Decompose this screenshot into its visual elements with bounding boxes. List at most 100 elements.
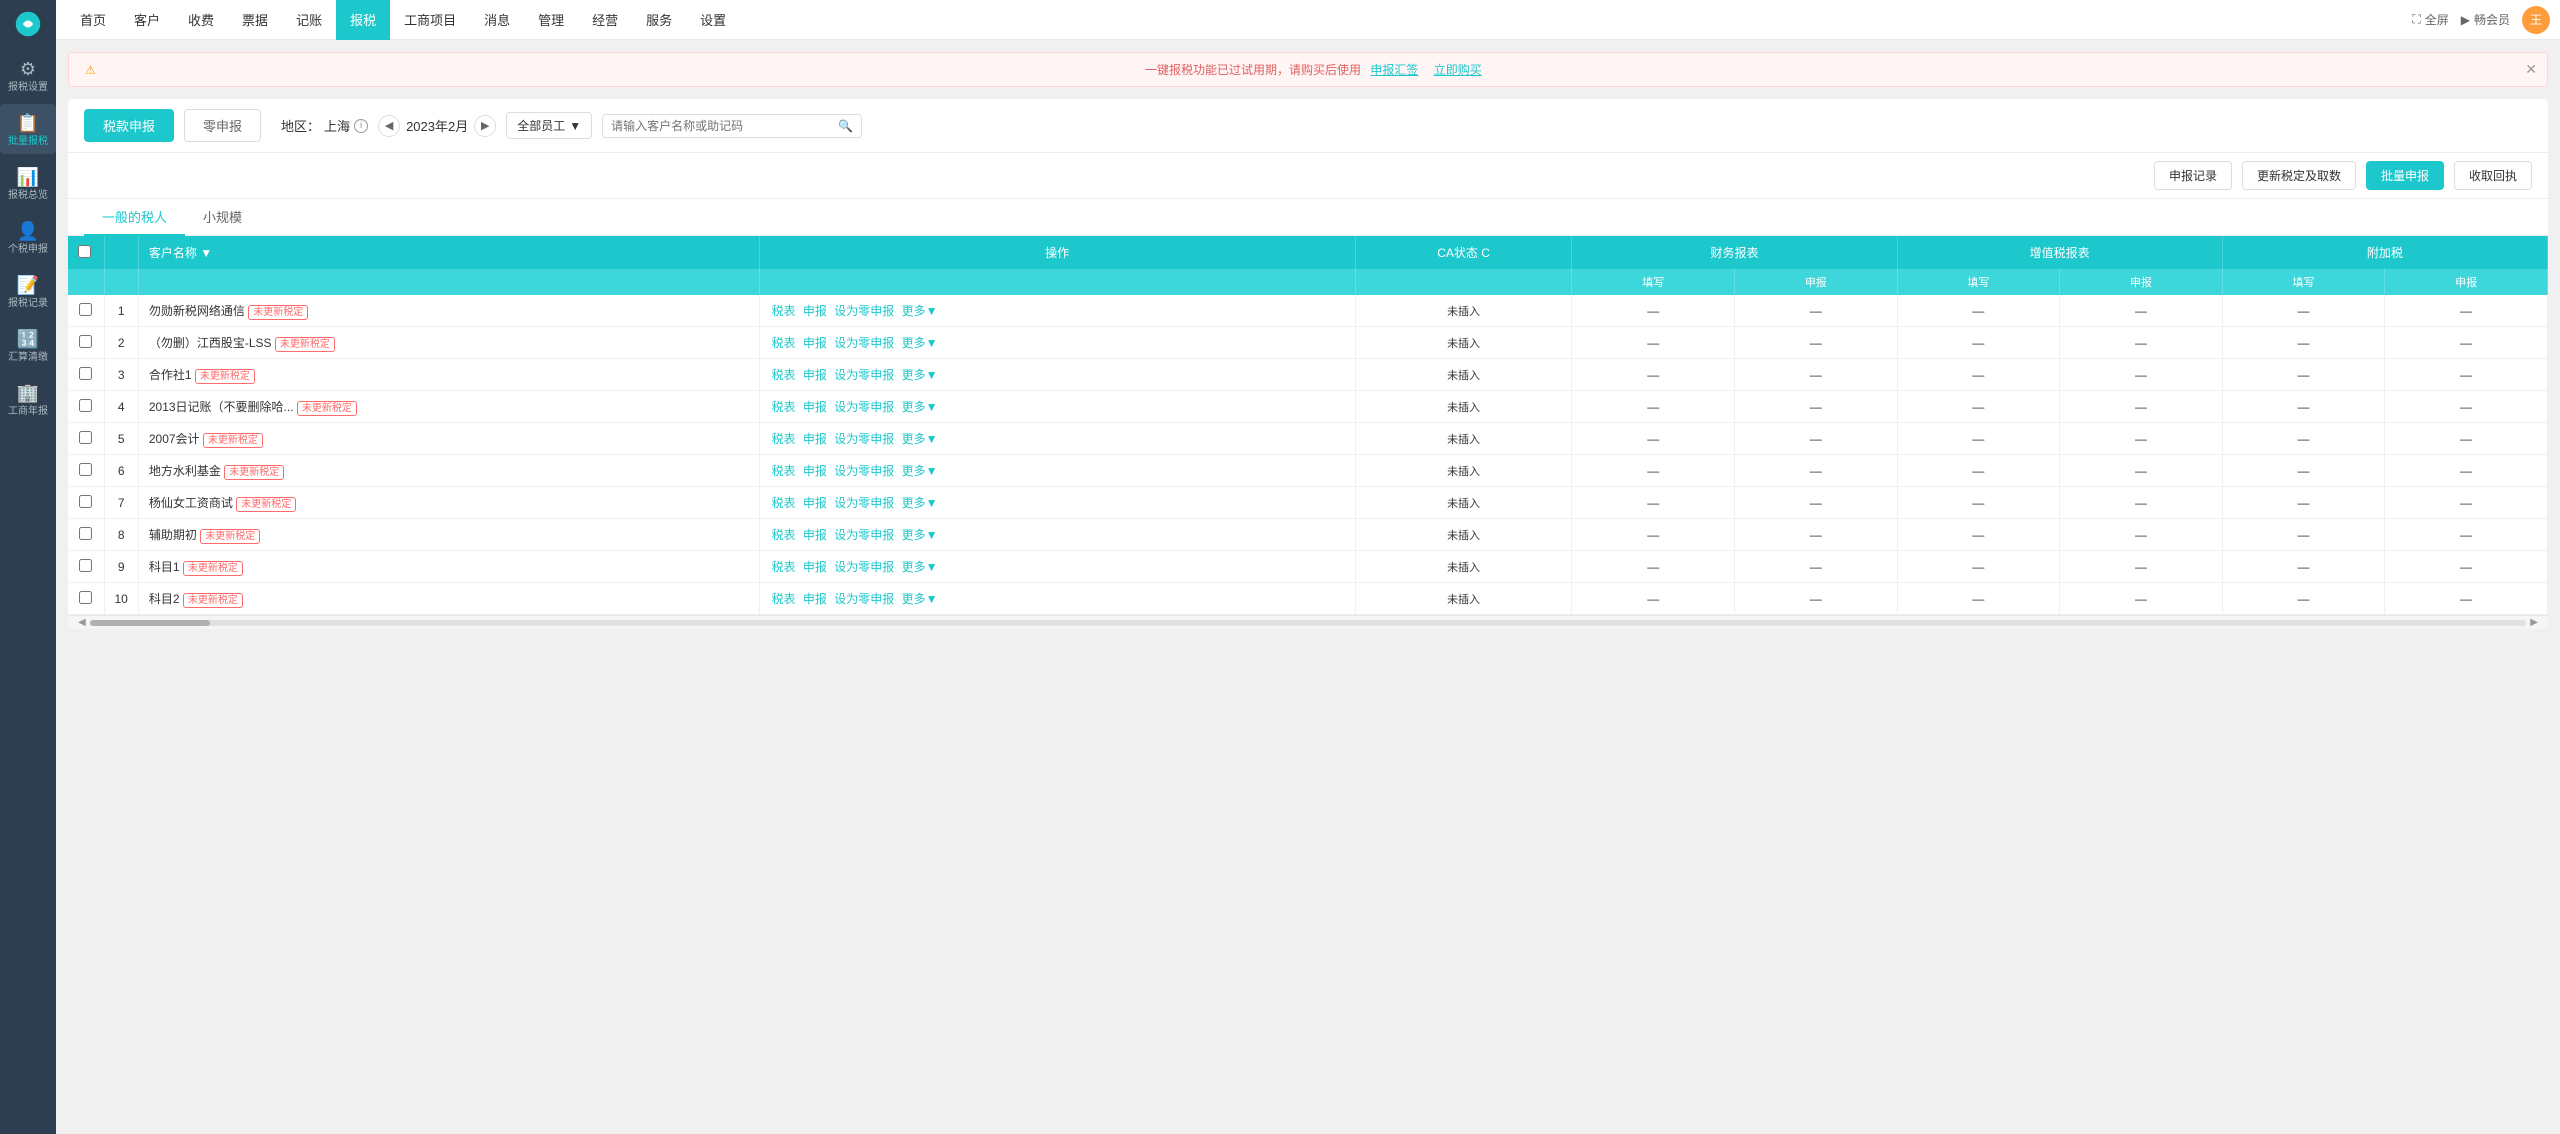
nav-billing[interactable]: 收费 <box>174 0 228 40</box>
tab-tax-declare[interactable]: 税款申报 <box>84 109 174 142</box>
op-btn-3[interactable]: 更多▼ <box>902 528 938 542</box>
op-btn-1[interactable]: 申报 <box>803 336 827 350</box>
op-btn-3[interactable]: 更多▼ <box>902 464 938 478</box>
nav-client[interactable]: 客户 <box>120 0 174 40</box>
op-btn-0[interactable]: 税表 <box>772 560 796 574</box>
op-btn-1[interactable]: 申报 <box>803 496 827 510</box>
cancel-receipt-button[interactable]: 收取回执 <box>2454 161 2532 190</box>
op-btn-0[interactable]: 税表 <box>772 464 796 478</box>
nav-settings[interactable]: 设置 <box>686 0 740 40</box>
nav-management[interactable]: 管理 <box>524 0 578 40</box>
batch-declare-button[interactable]: 批量申报 <box>2366 161 2444 190</box>
member-button[interactable]: ▶ 畅会员 <box>2461 11 2510 28</box>
business-annual-icon: 🏢 <box>17 384 39 402</box>
region-info-icon[interactable]: i <box>354 119 368 133</box>
scroll-thumb[interactable] <box>90 620 210 626</box>
sort-icon[interactable]: ▼ <box>200 246 212 260</box>
row-checkbox[interactable] <box>68 391 104 423</box>
sidebar-item-personal-tax[interactable]: 👤 个税申报 <box>0 212 56 262</box>
op-btn-1[interactable]: 申报 <box>803 400 827 414</box>
tab-zero-declare[interactable]: 零申报 <box>184 109 261 142</box>
sidebar-item-tax-record[interactable]: 📝 报税记录 <box>0 266 56 316</box>
nav-business[interactable]: 工商项目 <box>390 0 470 40</box>
op-btn-1[interactable]: 申报 <box>803 528 827 542</box>
horizontal-scrollbar[interactable]: ◀ ▶ <box>68 615 2548 629</box>
op-btn-2[interactable]: 设为零申报 <box>834 400 894 414</box>
op-btn-3[interactable]: 更多▼ <box>902 496 938 510</box>
sidebar-item-tax-overview[interactable]: 📊 报税总览 <box>0 158 56 208</box>
update-tax-button[interactable]: 更新税定及取数 <box>2242 161 2356 190</box>
declare-record-button[interactable]: 申报记录 <box>2154 161 2232 190</box>
op-btn-1[interactable]: 申报 <box>803 304 827 318</box>
sidebar-item-annual-settle[interactable]: 🔢 汇算清缴 <box>0 320 56 370</box>
scroll-right-arrow[interactable]: ▶ <box>2526 617 2542 628</box>
op-btn-0[interactable]: 税表 <box>772 496 796 510</box>
op-btn-1[interactable]: 申报 <box>803 560 827 574</box>
op-btn-1[interactable]: 申报 <box>803 432 827 446</box>
op-btn-2[interactable]: 设为零申报 <box>834 432 894 446</box>
search-input[interactable] <box>611 119 834 133</box>
row-client-name: 勿勋新税网络通信 未更新税定 <box>138 295 759 327</box>
op-btn-2[interactable]: 设为零申报 <box>834 464 894 478</box>
row-checkbox[interactable] <box>68 295 104 327</box>
nav-invoice[interactable]: 票据 <box>228 0 282 40</box>
banner-link-buy[interactable]: 立即购买 <box>1434 63 1482 77</box>
op-btn-2[interactable]: 设为零申报 <box>834 368 894 382</box>
op-btn-2[interactable]: 设为零申报 <box>834 592 894 606</box>
op-btn-3[interactable]: 更多▼ <box>902 560 938 574</box>
logo[interactable] <box>0 0 56 48</box>
row-checkbox[interactable] <box>68 455 104 487</box>
row-checkbox[interactable] <box>68 519 104 551</box>
nav-service[interactable]: 服务 <box>632 0 686 40</box>
row-checkbox[interactable] <box>68 551 104 583</box>
chevron-down-icon: ▼ <box>569 119 581 133</box>
nav-home[interactable]: 首页 <box>66 0 120 40</box>
banner-close-button[interactable]: ✕ <box>2525 61 2537 78</box>
prev-month-button[interactable]: ◀ <box>378 115 400 137</box>
staff-selector[interactable]: 全部员工 ▼ <box>506 112 592 139</box>
op-btn-0[interactable]: 税表 <box>772 368 796 382</box>
nav-accounting[interactable]: 记账 <box>282 0 336 40</box>
op-btn-0[interactable]: 税表 <box>772 400 796 414</box>
op-btn-1[interactable]: 申报 <box>803 464 827 478</box>
op-btn-3[interactable]: 更多▼ <box>902 400 938 414</box>
op-btn-1[interactable]: 申报 <box>803 592 827 606</box>
select-all-checkbox[interactable] <box>78 245 91 258</box>
op-btn-3[interactable]: 更多▼ <box>902 336 938 350</box>
row-checkbox[interactable] <box>68 487 104 519</box>
fullscreen-button[interactable]: ⛶ 全屏 <box>2412 11 2448 28</box>
op-btn-0[interactable]: 税表 <box>772 336 796 350</box>
row-checkbox[interactable] <box>68 327 104 359</box>
op-btn-2[interactable]: 设为零申报 <box>834 496 894 510</box>
op-btn-0[interactable]: 税表 <box>772 592 796 606</box>
nav-operations[interactable]: 经营 <box>578 0 632 40</box>
op-btn-2[interactable]: 设为零申报 <box>834 528 894 542</box>
op-btn-2[interactable]: 设为零申报 <box>834 336 894 350</box>
row-fin-fill: — <box>1572 519 1735 551</box>
op-btn-0[interactable]: 税表 <box>772 528 796 542</box>
op-btn-0[interactable]: 税表 <box>772 304 796 318</box>
row-checkbox[interactable] <box>68 423 104 455</box>
op-btn-3[interactable]: 更多▼ <box>902 368 938 382</box>
tab-small-scale[interactable]: 小规模 <box>185 199 260 236</box>
op-btn-3[interactable]: 更多▼ <box>902 592 938 606</box>
op-btn-3[interactable]: 更多▼ <box>902 304 938 318</box>
op-btn-1[interactable]: 申报 <box>803 368 827 382</box>
tab-general-taxpayer[interactable]: 一般的税人 <box>84 199 185 236</box>
scroll-left-arrow[interactable]: ◀ <box>74 617 90 628</box>
row-checkbox[interactable] <box>68 583 104 615</box>
op-btn-0[interactable]: 税表 <box>772 432 796 446</box>
banner-link-declare[interactable]: 申报汇签 <box>1370 63 1418 77</box>
sidebar-item-tax-settings[interactable]: ⚙ 报税设置 <box>0 50 56 100</box>
nav-tax[interactable]: 报税 <box>336 0 390 40</box>
user-avatar[interactable]: 王 <box>2522 6 2550 34</box>
sidebar-item-batch-tax[interactable]: 📋 批量报税 <box>0 104 56 154</box>
op-btn-2[interactable]: 设为零申报 <box>834 304 894 318</box>
row-checkbox[interactable] <box>68 359 104 391</box>
op-btn-2[interactable]: 设为零申报 <box>834 560 894 574</box>
sidebar-item-business-annual[interactable]: 🏢 工商年报 <box>0 374 56 424</box>
nav-message[interactable]: 消息 <box>470 0 524 40</box>
op-btn-3[interactable]: 更多▼ <box>902 432 938 446</box>
next-month-button[interactable]: ▶ <box>474 115 496 137</box>
row-index: 1 <box>104 295 138 327</box>
